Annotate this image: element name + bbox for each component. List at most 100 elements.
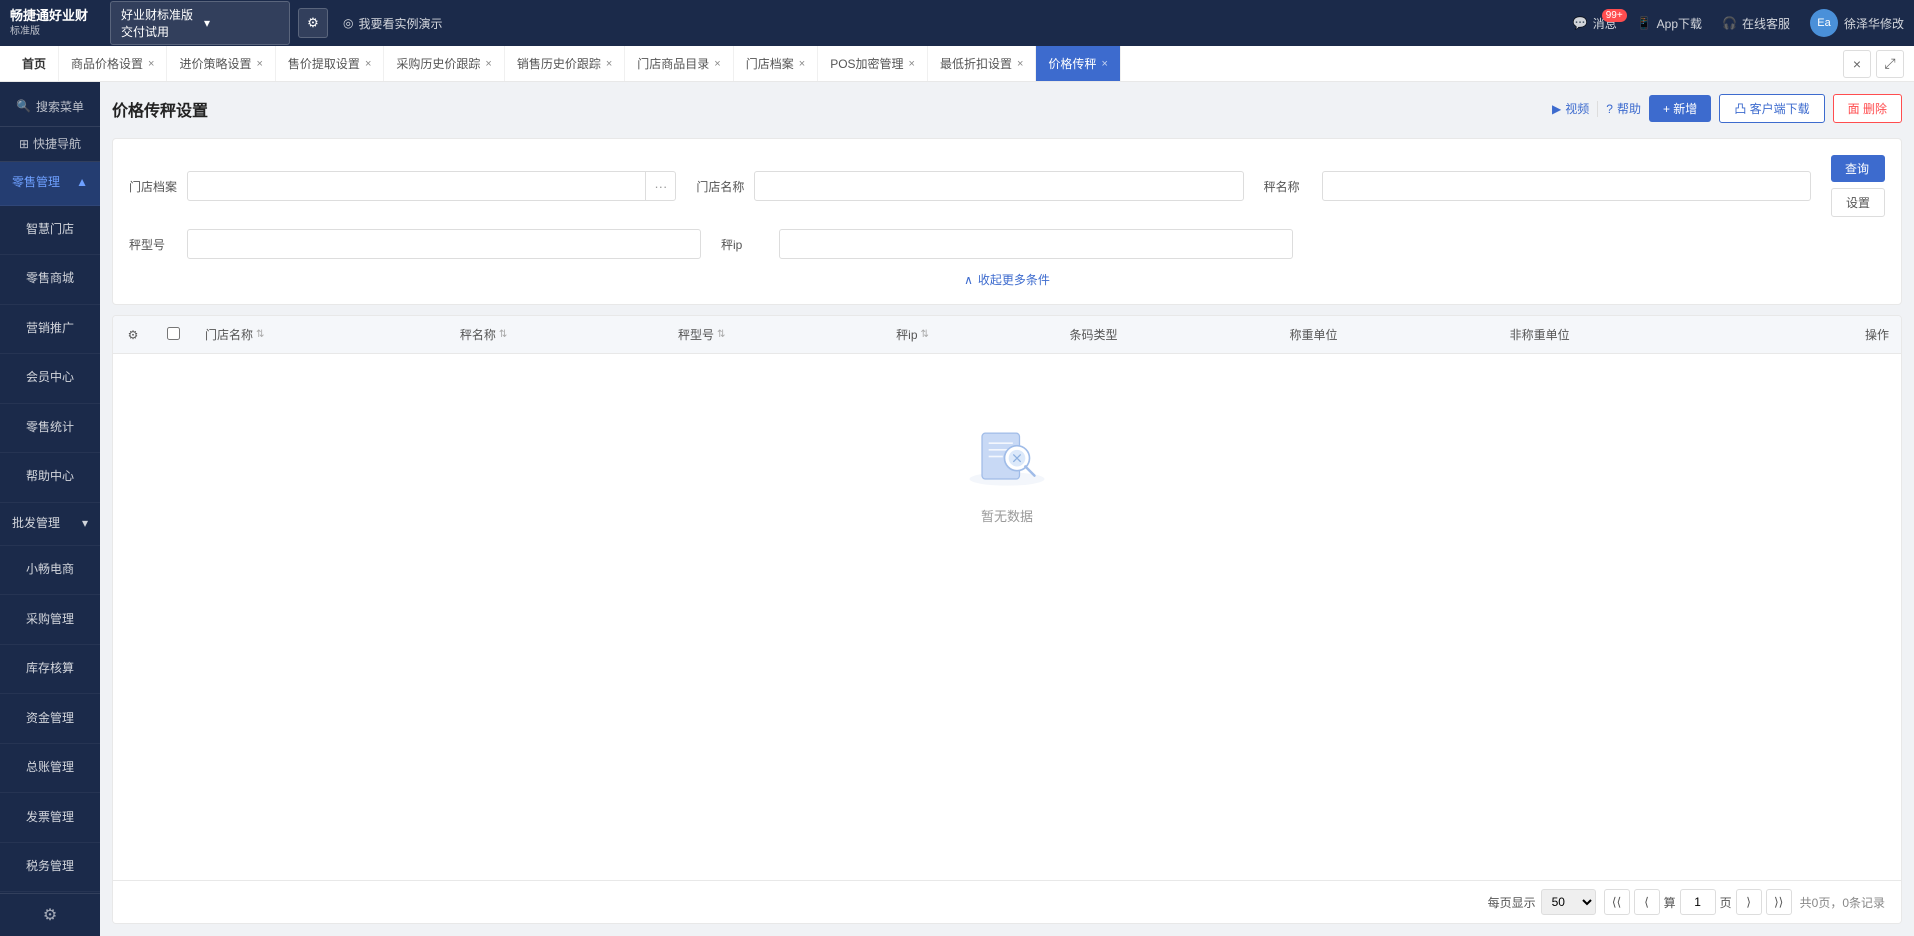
- close-icon[interactable]: ×: [799, 58, 805, 70]
- sidebar-item-tax[interactable]: 税务管理: [0, 843, 100, 893]
- sidebar-item-purchase-mgmt[interactable]: 采购管理: [0, 595, 100, 645]
- tab-home[interactable]: 首页: [10, 46, 59, 82]
- query-button[interactable]: 查询: [1831, 155, 1885, 182]
- sidebar-item-retail-mall[interactable]: 零售商城: [0, 255, 100, 305]
- add-button[interactable]: + 新增: [1649, 95, 1711, 122]
- tab-min-discount[interactable]: 最低折扣设置 ×: [928, 46, 1036, 82]
- sidebar-item-invoice[interactable]: 发票管理: [0, 793, 100, 843]
- filter-scale-name: 秤名称: [1264, 171, 1811, 201]
- next-page-button[interactable]: ⟩: [1736, 889, 1762, 915]
- tab-sale-extract[interactable]: 售价提取设置 ×: [276, 46, 384, 82]
- sidebar-item-wholesale-mgmt[interactable]: 批发管理 ▾: [0, 503, 100, 546]
- scale-model-input[interactable]: [187, 229, 701, 259]
- play-icon: ▶: [1552, 102, 1561, 116]
- select-all-checkbox[interactable]: [167, 327, 180, 340]
- divider: [1597, 101, 1598, 117]
- last-page-button[interactable]: ⟩⟩: [1766, 889, 1792, 915]
- prev-page-button[interactable]: ⟨: [1634, 889, 1660, 915]
- tab-controls: × ⤢: [1843, 50, 1904, 78]
- tab-price-scale[interactable]: 价格传秤 ×: [1036, 46, 1120, 82]
- filter-store-name: 门店名称: [696, 171, 1243, 201]
- close-icon[interactable]: ×: [148, 58, 154, 70]
- store-profile-label: 门店档案: [129, 178, 179, 195]
- tab-sale-history[interactable]: 销售历史价跟踪 ×: [505, 46, 625, 82]
- filter-scale-model: 秤型号: [129, 229, 701, 259]
- close-icon[interactable]: ×: [365, 58, 371, 70]
- sidebar-settings-button[interactable]: ⚙: [0, 893, 100, 936]
- store-name-input[interactable]: [754, 171, 1243, 201]
- gear-icon[interactable]: ⚙: [128, 328, 139, 342]
- close-icon[interactable]: ×: [909, 58, 915, 70]
- col-scale-name: 秤名称 ⇅: [448, 316, 666, 354]
- close-tab-button[interactable]: ×: [1843, 50, 1871, 78]
- tab-purchase-strategy[interactable]: 进价策略设置 ×: [167, 46, 275, 82]
- table-card: ⚙ 门店名称 ⇅: [112, 315, 1902, 924]
- sidebar-item-retail-mgmt[interactable]: 零售管理 ▲: [0, 162, 100, 205]
- sidebar-item-member[interactable]: 会员中心: [0, 354, 100, 404]
- store-name-label: 门店名称: [696, 178, 746, 195]
- sort-icon: ⇅: [717, 329, 725, 340]
- filter-scale-ip: 秤ip: [721, 229, 1293, 259]
- settings-button[interactable]: ⚙: [298, 8, 328, 38]
- close-icon[interactable]: ×: [485, 58, 491, 70]
- page-nav: ⟨⟨ ⟨ 算 页 ⟩ ⟩⟩: [1604, 889, 1792, 915]
- sidebar-search[interactable]: 🔍 搜索菜单: [0, 87, 100, 127]
- avatar: Ea: [1810, 9, 1838, 37]
- scale-ip-label: 秤ip: [721, 236, 771, 253]
- col-store-name: 门店名称 ⇅: [193, 316, 448, 354]
- sidebar-item-help-center[interactable]: 帮助中心: [0, 453, 100, 503]
- collapse-filters-button[interactable]: ∧ 收起更多条件: [129, 271, 1885, 288]
- first-page-button[interactable]: ⟨⟨: [1604, 889, 1630, 915]
- page-number-input[interactable]: [1680, 889, 1716, 915]
- close-icon[interactable]: ×: [256, 58, 262, 70]
- close-icon[interactable]: ×: [606, 58, 612, 70]
- tab-store-profile[interactable]: 门店档案 ×: [734, 46, 818, 82]
- sidebar-item-inventory[interactable]: 库存核算: [0, 645, 100, 695]
- col-weight-unit: 称重单位: [1278, 316, 1498, 354]
- settings-query-button[interactable]: 设置: [1831, 188, 1885, 217]
- sidebar-item-marketing[interactable]: 营销推广: [0, 305, 100, 355]
- sidebar-shortcut-nav[interactable]: ⊞ 快捷导航: [0, 127, 100, 163]
- close-icon[interactable]: ×: [1101, 58, 1107, 70]
- scale-name-input[interactable]: [1322, 171, 1811, 201]
- chevron-down-icon: ▾: [204, 16, 279, 30]
- help-link[interactable]: ? 帮助: [1606, 100, 1641, 117]
- sidebar-item-finance[interactable]: 资金管理: [0, 694, 100, 744]
- sidebar-item-ledger[interactable]: 总账管理: [0, 744, 100, 794]
- online-service-button[interactable]: 🎧 在线客服: [1722, 15, 1790, 32]
- close-icon[interactable]: ×: [1017, 58, 1023, 70]
- page-size-dropdown[interactable]: 50 10 20 100: [1541, 889, 1596, 915]
- app-download-button[interactable]: 📱 App下载: [1637, 15, 1702, 32]
- tab-product-price[interactable]: 商品价格设置 ×: [59, 46, 167, 82]
- sidebar-item-retail-stats[interactable]: 零售统计: [0, 404, 100, 454]
- store-profile-dots-btn[interactable]: ···: [645, 172, 675, 200]
- expand-tab-button[interactable]: ⤢: [1876, 50, 1904, 78]
- tab-pos-encrypt[interactable]: POS加密管理 ×: [818, 46, 928, 82]
- col-scale-ip: 秤ip ⇅: [884, 316, 1057, 354]
- filter-card: 门店档案 ··· 门店名称 秤名称: [112, 138, 1902, 305]
- messages-button[interactable]: 💬 消息 99+: [1573, 15, 1617, 32]
- video-link[interactable]: ▶ 视频: [1552, 100, 1589, 117]
- page-actions: ▶ 视频 ? 帮助 + 新增 凸 客户端下载 面 删除: [1552, 94, 1902, 123]
- version-selector[interactable]: 好业财标准版交付试用 ▾: [110, 1, 290, 45]
- messages-badge: 99+: [1602, 9, 1627, 22]
- col-scale-model: 秤型号 ⇅: [666, 316, 884, 354]
- user-menu[interactable]: Ea 徐泽华修改: [1810, 9, 1904, 37]
- tab-purchase-history[interactable]: 采购历史价跟踪 ×: [384, 46, 504, 82]
- delete-button[interactable]: 面 删除: [1833, 94, 1902, 123]
- sidebar-item-smart-store[interactable]: 智慧门店: [0, 206, 100, 256]
- message-icon: 💬: [1573, 16, 1588, 30]
- sidebar-item-xiaochu-ecom[interactable]: 小畅电商: [0, 546, 100, 596]
- logo-title: 畅捷通好业财: [10, 8, 95, 25]
- tab-store-catalog[interactable]: 门店商品目录 ×: [625, 46, 733, 82]
- pagination-bar: 每页显示 50 10 20 100 ⟨⟨ ⟨ 算 页: [113, 880, 1901, 923]
- scale-name-label: 秤名称: [1264, 178, 1314, 195]
- gear-icon: ⚙: [43, 905, 57, 925]
- empty-illustration: [957, 414, 1057, 494]
- store-profile-input[interactable]: [188, 179, 645, 193]
- demo-link[interactable]: ◎ 我要看实例演示: [343, 15, 443, 32]
- col-ops: 操作: [1754, 316, 1901, 354]
- close-icon[interactable]: ×: [714, 58, 720, 70]
- scale-ip-input[interactable]: [779, 229, 1293, 259]
- download-button[interactable]: 凸 客户端下载: [1719, 94, 1824, 123]
